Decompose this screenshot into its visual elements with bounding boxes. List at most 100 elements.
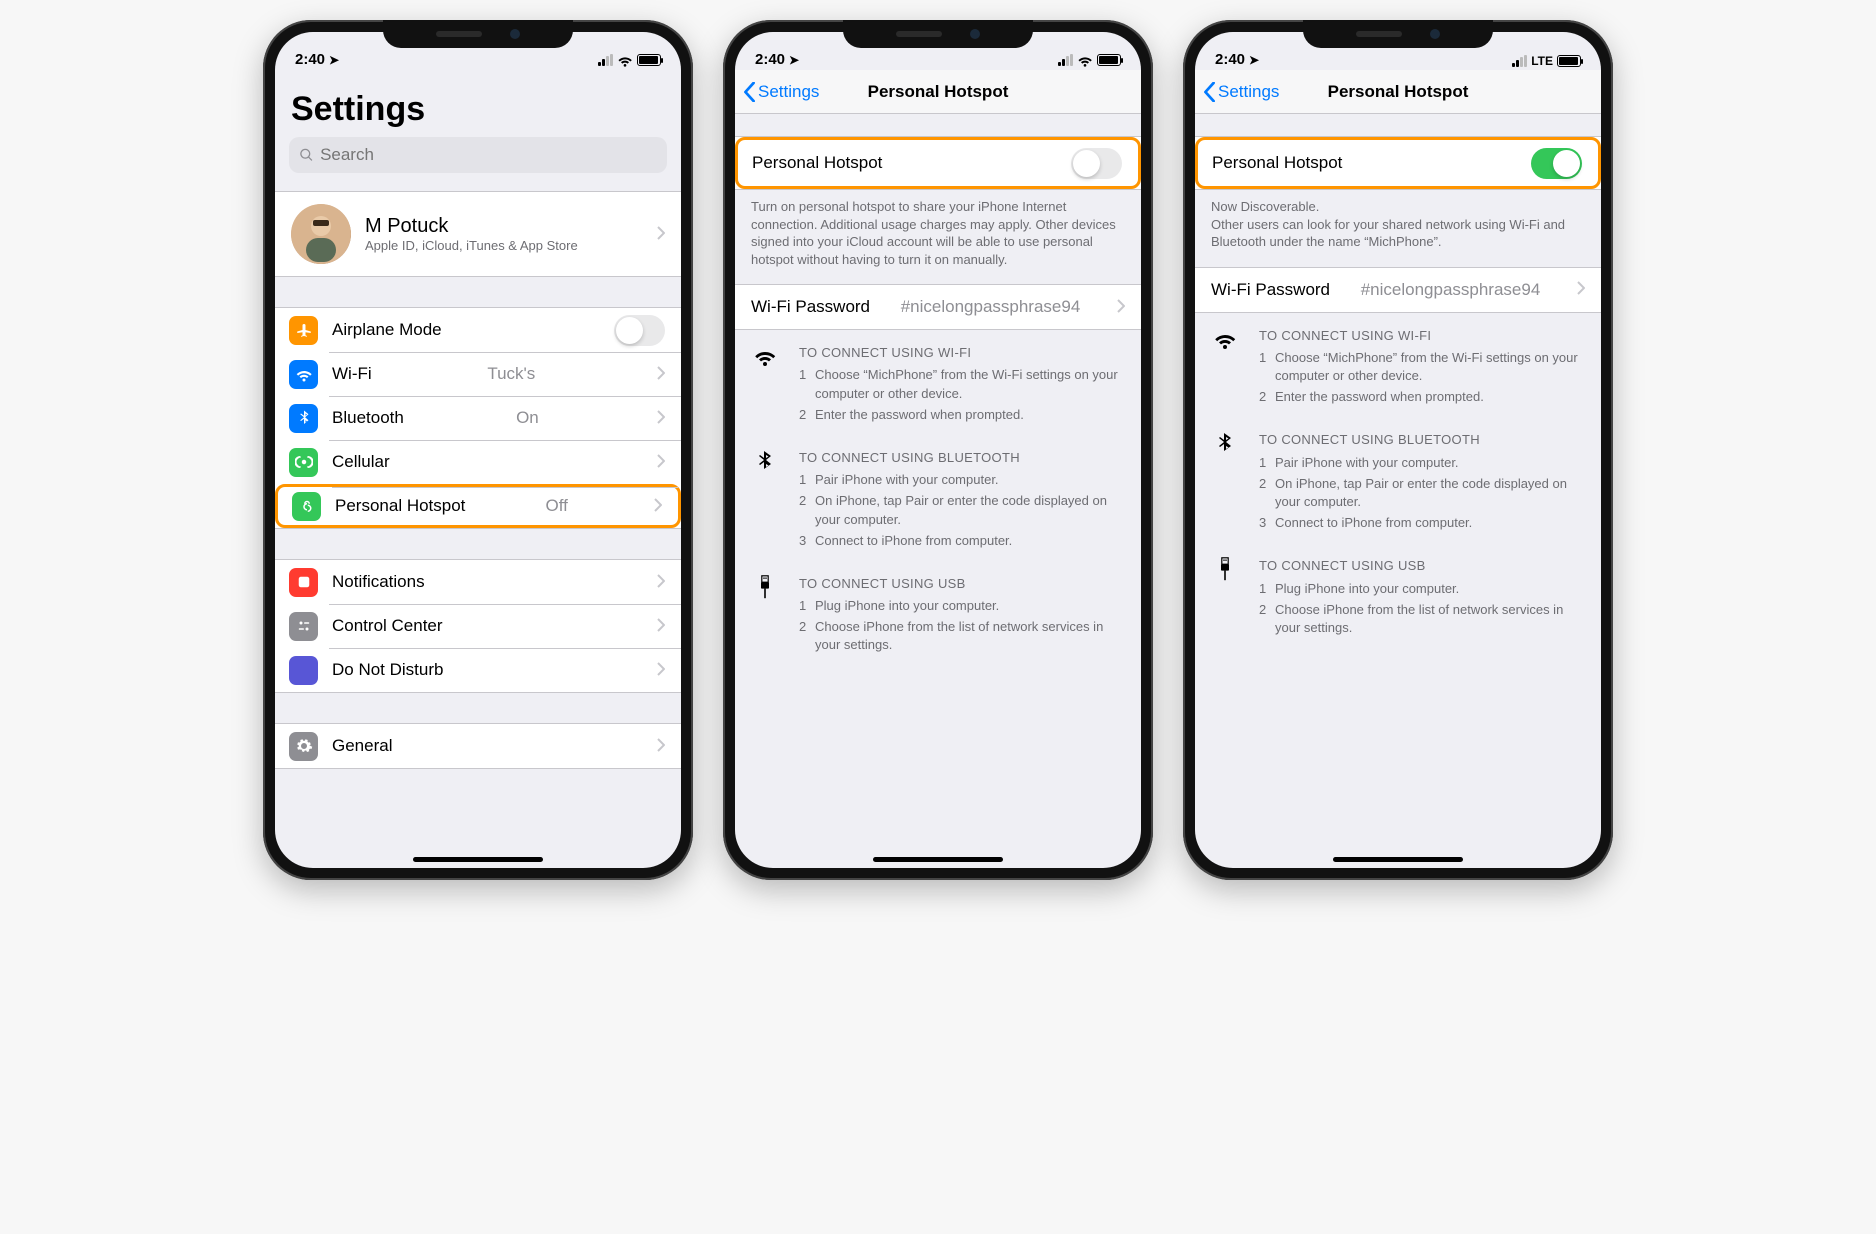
notch [1303,20,1493,48]
back-label: Settings [758,82,819,102]
bluetooth-value: On [516,408,539,428]
airplane-toggle[interactable] [614,315,665,346]
hotspot-toggle[interactable] [1531,148,1582,179]
battery-icon [1097,54,1121,66]
cellular-signal-icon [598,54,613,66]
bt-step-2: On iPhone, tap Pair or enter the code di… [815,492,1125,528]
wifi-row[interactable]: Wi-Fi Tuck's [275,352,681,396]
location-icon: ➤ [1249,53,1259,67]
hotspot-toggle-label: Personal Hotspot [1212,153,1342,173]
bt-step-2: On iPhone, tap Pair or enter the code di… [1275,475,1585,511]
airplane-label: Airplane Mode [332,320,442,340]
chevron-icon [657,571,665,594]
airplane-icon [289,316,318,345]
hotspot-desc: Turn on personal hotspot to share your i… [735,190,1141,276]
hotspot-icon [292,492,321,521]
profile-name: M Potuck [365,215,578,238]
control-center-label: Control Center [332,616,443,636]
phone-1: 2:40 ➤ Settings [263,20,693,880]
chevron-icon [654,495,662,518]
cellular-signal-icon [1512,55,1527,67]
personal-hotspot-row[interactable]: Personal Hotspot Off [275,484,681,528]
hotspot-desc: Now Discoverable. Other users can look f… [1195,190,1601,259]
bt-step-3: Connect to iPhone from computer. [1275,514,1472,532]
back-button[interactable]: Settings [743,82,819,102]
status-time: 2:40 [755,51,785,68]
notch [383,20,573,48]
wifi-label: Wi-Fi [332,364,372,384]
control-center-icon [289,612,318,641]
wifi-icon [289,360,318,389]
profile-sub: Apple ID, iCloud, iTunes & App Store [365,238,578,253]
chevron-icon [1577,278,1585,301]
home-indicator[interactable] [413,857,543,862]
chevron-icon [657,659,665,682]
location-icon: ➤ [789,53,799,67]
usb-step-2: Choose iPhone from the list of network s… [1275,601,1585,637]
control-center-row[interactable]: Control Center [275,604,681,648]
hotspot-toggle-row[interactable]: Personal Hotspot [735,137,1141,189]
search-input[interactable] [289,137,667,173]
usb-step-1: Plug iPhone into your computer. [815,597,999,615]
wifi-password-label: Wi-Fi Password [751,297,870,317]
usb-instructions-header: TO CONNECT USING USB [1259,557,1585,575]
cellular-icon [289,448,318,477]
notifications-label: Notifications [332,572,425,592]
connect-wifi-section: TO CONNECT USING WI-FI 1Choose “MichPhon… [1195,313,1601,418]
notch [843,20,1033,48]
wifi-password-row[interactable]: Wi-Fi Password #nicelongpassphrase94 [735,284,1141,330]
wifi-password-value: #nicelongpassphrase94 [1361,280,1541,300]
wifi-password-row[interactable]: Wi-Fi Password #nicelongpassphrase94 [1195,267,1601,313]
wifi-icon [751,344,779,427]
nav-bar: Settings Personal Hotspot [1195,70,1601,114]
home-indicator[interactable] [1333,857,1463,862]
wifi-step-2: Enter the password when prompted. [1275,388,1484,406]
chevron-left-icon [743,82,756,102]
lte-label: LTE [1531,54,1553,68]
back-button[interactable]: Settings [1203,82,1279,102]
connect-wifi-section: TO CONNECT USING WI-FI 1Choose “MichPhon… [735,330,1141,435]
back-label: Settings [1218,82,1279,102]
usb-icon [1211,557,1239,640]
airplane-mode-row[interactable]: Airplane Mode [275,308,681,352]
chevron-icon [657,735,665,758]
notifications-icon [289,568,318,597]
hotspot-toggle-row[interactable]: Personal Hotspot [1195,137,1601,189]
moon-icon [289,656,318,685]
general-label: General [332,736,392,756]
search-field[interactable] [320,145,657,165]
bluetooth-row[interactable]: Bluetooth On [275,396,681,440]
connect-bluetooth-section: TO CONNECT USING BLUETOOTH 1Pair iPhone … [1195,417,1601,543]
bluetooth-icon [751,449,779,553]
discoverable-line: Now Discoverable. [1211,198,1585,216]
cellular-signal-icon [1058,54,1073,66]
nav-bar: Settings Personal Hotspot [735,70,1141,114]
page-title: Settings [275,70,681,137]
dnd-row[interactable]: Do Not Disturb [275,648,681,692]
status-time: 2:40 [1215,51,1245,68]
usb-instructions-header: TO CONNECT USING USB [799,575,1125,593]
home-indicator[interactable] [873,857,1003,862]
hotspot-toggle-label: Personal Hotspot [752,153,882,173]
status-time: 2:40 [295,51,325,68]
wifi-password-label: Wi-Fi Password [1211,280,1330,300]
battery-icon [1557,55,1581,67]
bluetooth-icon [1211,431,1239,535]
cellular-row[interactable]: Cellular [275,440,681,484]
apple-id-row[interactable]: M Potuck Apple ID, iCloud, iTunes & App … [275,192,681,276]
chevron-icon [657,223,665,246]
wifi-step-2: Enter the password when prompted. [815,406,1024,424]
chevron-icon [657,615,665,638]
usb-icon [751,575,779,658]
wifi-icon [617,52,633,68]
notifications-row[interactable]: Notifications [275,560,681,604]
wifi-instructions-header: TO CONNECT USING WI-FI [1259,327,1585,345]
bt-step-1: Pair iPhone with your computer. [815,471,999,489]
general-row[interactable]: General [275,724,681,768]
usb-step-2: Choose iPhone from the list of network s… [815,618,1125,654]
hotspot-toggle[interactable] [1071,148,1122,179]
gear-icon [289,732,318,761]
wifi-icon [1211,327,1239,410]
chevron-icon [657,451,665,474]
location-icon: ➤ [329,53,339,67]
